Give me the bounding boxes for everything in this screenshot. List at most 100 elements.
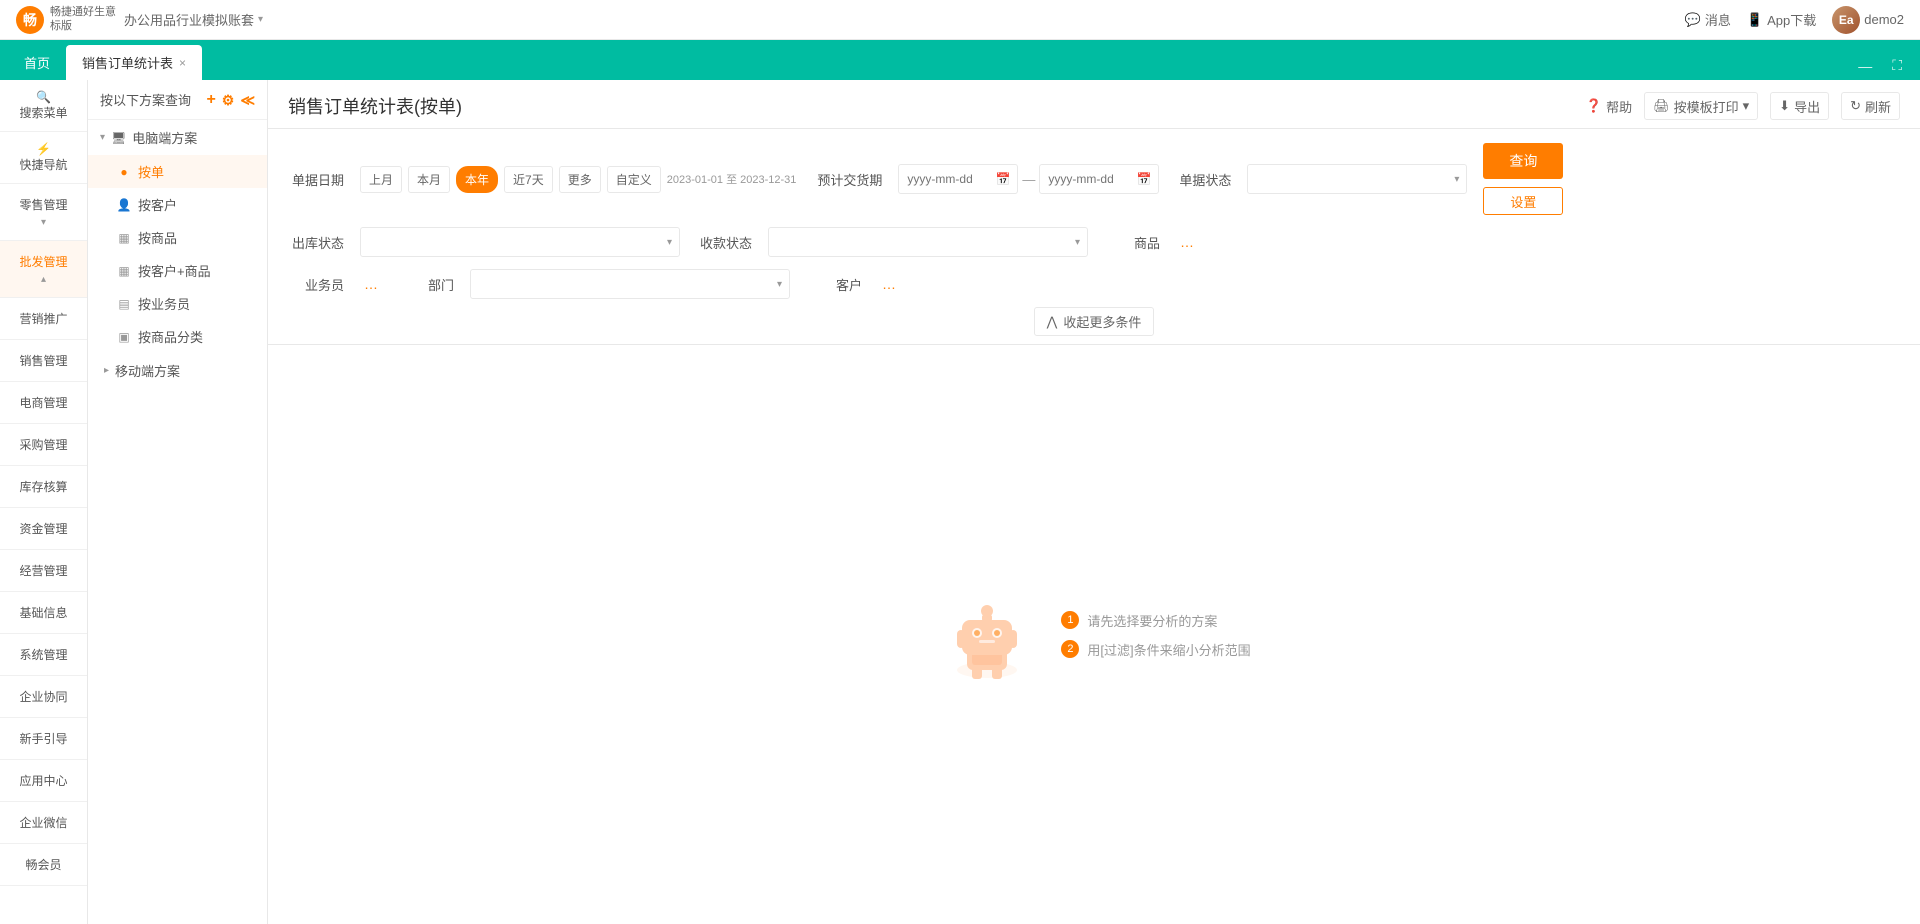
customer-scheme-icon: 👤	[116, 198, 132, 212]
help-button[interactable]: ❓ 帮助	[1586, 97, 1632, 116]
scheme-item-by-product[interactable]: ▦ 按商品	[88, 221, 267, 254]
filter-section: 单据日期 上月 本月 本年 近7天 更多 自定义 2023-01-01 至 20…	[268, 129, 1920, 345]
sidebar-ecommerce-label: 电商管理	[19, 394, 67, 411]
sidebar-appcenter-label: 应用中心	[19, 772, 67, 789]
sidebar-finance-label: 资金管理	[19, 520, 67, 537]
scheme-item-label: 按商品	[138, 228, 177, 247]
salesman-label: 业务员	[288, 275, 344, 294]
sidebar-item-marketing[interactable]: 营销推广	[0, 298, 87, 340]
order-status-select[interactable]	[1247, 164, 1467, 194]
window-maximize-icon[interactable]: ⛶	[1886, 55, 1908, 76]
user-profile[interactable]: Ea demo2	[1832, 6, 1904, 34]
date-end-input[interactable]	[1039, 164, 1159, 194]
scheme-panel-title: 按以下方案查询	[100, 90, 191, 109]
filter-rows: 单据日期 上月 本月 本年 近7天 更多 自定义 2023-01-01 至 20…	[268, 129, 1920, 299]
avatar: Ea	[1832, 6, 1860, 34]
sidebar-item-sales[interactable]: 销售管理	[0, 340, 87, 382]
date-btn-custom[interactable]: 自定义	[607, 166, 661, 193]
mobile-group-expand-icon: ▸	[104, 365, 109, 376]
app-download-button[interactable]: 📱 App下载	[1747, 10, 1816, 29]
settings-button[interactable]: 设置	[1483, 187, 1563, 215]
sidebar-item-inventory[interactable]: 库存核算	[0, 466, 87, 508]
date-btn-last-7[interactable]: 近7天	[504, 166, 553, 193]
window-minimize-icon[interactable]: —	[1852, 56, 1878, 76]
collapse-bar: ⋀ 收起更多条件	[268, 299, 1920, 345]
tab-close-icon[interactable]: ×	[179, 57, 186, 69]
scheme-settings-icon[interactable]: ⚙	[222, 93, 235, 107]
main-layout: 🔍 搜索菜单 ⚡ 快捷导航 零售管理 ▾ 批发管理 ▴ 营销推广 销售管理 电商…	[0, 80, 1920, 924]
scheme-collapse-icon[interactable]: ≪	[240, 93, 255, 107]
sidebar-newbie-label: 新手引导	[19, 730, 67, 747]
shipment-status-select[interactable]	[360, 227, 680, 257]
scheme-group-pc-header[interactable]: ▾ 🖥 电脑端方案	[88, 120, 267, 155]
sidebar-item-basic[interactable]: 基础信息	[0, 592, 87, 634]
scheme-panel-actions: + ⚙ ≪	[206, 92, 255, 108]
sidebar-item-member[interactable]: 畅会员	[0, 844, 87, 886]
print-button[interactable]: 🖨 按模板打印 ▾	[1644, 92, 1758, 120]
scheme-group-mobile-header[interactable]: ▸ 移动端方案	[88, 353, 267, 388]
payment-status-select[interactable]	[768, 227, 1088, 257]
department-select[interactable]	[470, 269, 790, 299]
empty-tip-1: 1 请先选择要分析的方案	[1061, 611, 1250, 630]
scheme-panel: 按以下方案查询 + ⚙ ≪ ▾ 🖥 电脑端方案 ● 按单	[88, 80, 268, 924]
tab-home[interactable]: 首页	[8, 45, 66, 80]
content-area: 按以下方案查询 + ⚙ ≪ ▾ 🖥 电脑端方案 ● 按单	[88, 80, 1920, 924]
sidebar-item-retail[interactable]: 零售管理 ▾	[0, 184, 87, 241]
date-btn-last-month[interactable]: 上月	[360, 166, 402, 193]
sidebar-member-label: 畅会员	[25, 856, 61, 873]
salesman-more-icon[interactable]: …	[360, 276, 382, 292]
tip-2-text: 用[过滤]条件来缩小分析范围	[1087, 640, 1250, 659]
product-more-icon[interactable]: …	[1176, 234, 1198, 250]
scheme-item-by-category[interactable]: ▣ 按商品分类	[88, 320, 267, 353]
date-btn-this-year[interactable]: 本年	[456, 166, 498, 193]
date-btn-more[interactable]: 更多	[559, 166, 601, 193]
date-btn-this-month[interactable]: 本月	[408, 166, 450, 193]
scheme-item-by-customer[interactable]: 👤 按客户	[88, 188, 267, 221]
scheme-item-by-customer-product[interactable]: ▦ 按客户+商品	[88, 254, 267, 287]
scheme-item-label: 按单	[138, 162, 164, 181]
sidebar-item-finance[interactable]: 资金管理	[0, 508, 87, 550]
sidebar-item-ecommerce[interactable]: 电商管理	[0, 382, 87, 424]
sidebar-quick-nav[interactable]: ⚡ 快捷导航	[0, 132, 87, 184]
department-label: 部门	[398, 275, 454, 294]
dropdown-chevron-icon: ▾	[258, 14, 263, 25]
sidebar-wholesale-label: 批发管理	[19, 253, 67, 270]
top-bar-title[interactable]: 办公用品行业模拟账套 ▾	[124, 10, 263, 29]
customer-more-icon[interactable]: …	[878, 276, 900, 292]
print-dropdown-icon: ▾	[1743, 98, 1750, 114]
scheme-item-by-salesman[interactable]: ▤ 按业务员	[88, 287, 267, 320]
page-title: 销售订单统计表(按单)	[288, 93, 462, 119]
message-button[interactable]: 💬 消息	[1685, 10, 1731, 29]
scheme-item-label: 按商品分类	[138, 327, 203, 346]
query-button[interactable]: 查询	[1483, 143, 1563, 179]
computer-icon: 🖥	[111, 131, 126, 145]
message-icon: 💬	[1685, 12, 1701, 28]
refresh-button[interactable]: ↻ 刷新	[1841, 92, 1900, 120]
scheme-add-button[interactable]: +	[206, 92, 215, 108]
category-scheme-icon: ▣	[116, 330, 132, 344]
sidebar-item-operation[interactable]: 经营管理	[0, 550, 87, 592]
quick-nav-icon: ⚡	[8, 142, 79, 156]
scheme-item-by-order[interactable]: ● 按单	[88, 155, 267, 188]
date-start-input[interactable]	[898, 164, 1018, 194]
sidebar-item-wholesale[interactable]: 批发管理 ▴	[0, 241, 87, 298]
sidebar-item-newbie[interactable]: 新手引导	[0, 718, 87, 760]
sidebar-item-appcenter[interactable]: 应用中心	[0, 760, 87, 802]
logo-icon: 畅	[16, 6, 44, 34]
sidebar-item-enterprise[interactable]: 企业协同	[0, 676, 87, 718]
tab-sales-order-stats[interactable]: 销售订单统计表 ×	[66, 45, 202, 80]
sidebar-item-corpwx[interactable]: 企业微信	[0, 802, 87, 844]
collapse-button[interactable]: ⋀ 收起更多条件	[1034, 307, 1155, 336]
export-icon: ⬇	[1779, 98, 1790, 114]
date-range-text: 2023-01-01 至 2023-12-31	[667, 171, 797, 187]
sidebar-item-system[interactable]: 系统管理	[0, 634, 87, 676]
sidebar-item-purchase[interactable]: 采购管理	[0, 424, 87, 466]
empty-tip-2: 2 用[过滤]条件来缩小分析范围	[1061, 640, 1250, 659]
sidebar-search[interactable]: 🔍 搜索菜单	[0, 80, 87, 132]
print-icon: 🖨	[1653, 98, 1670, 114]
tip-2-number: 2	[1061, 640, 1079, 658]
sidebar-retail-label: 零售管理	[19, 196, 67, 213]
tip-1-number: 1	[1061, 611, 1079, 629]
export-button[interactable]: ⬇ 导出	[1770, 92, 1829, 120]
expected-delivery-label: 预计交货期	[812, 170, 882, 189]
